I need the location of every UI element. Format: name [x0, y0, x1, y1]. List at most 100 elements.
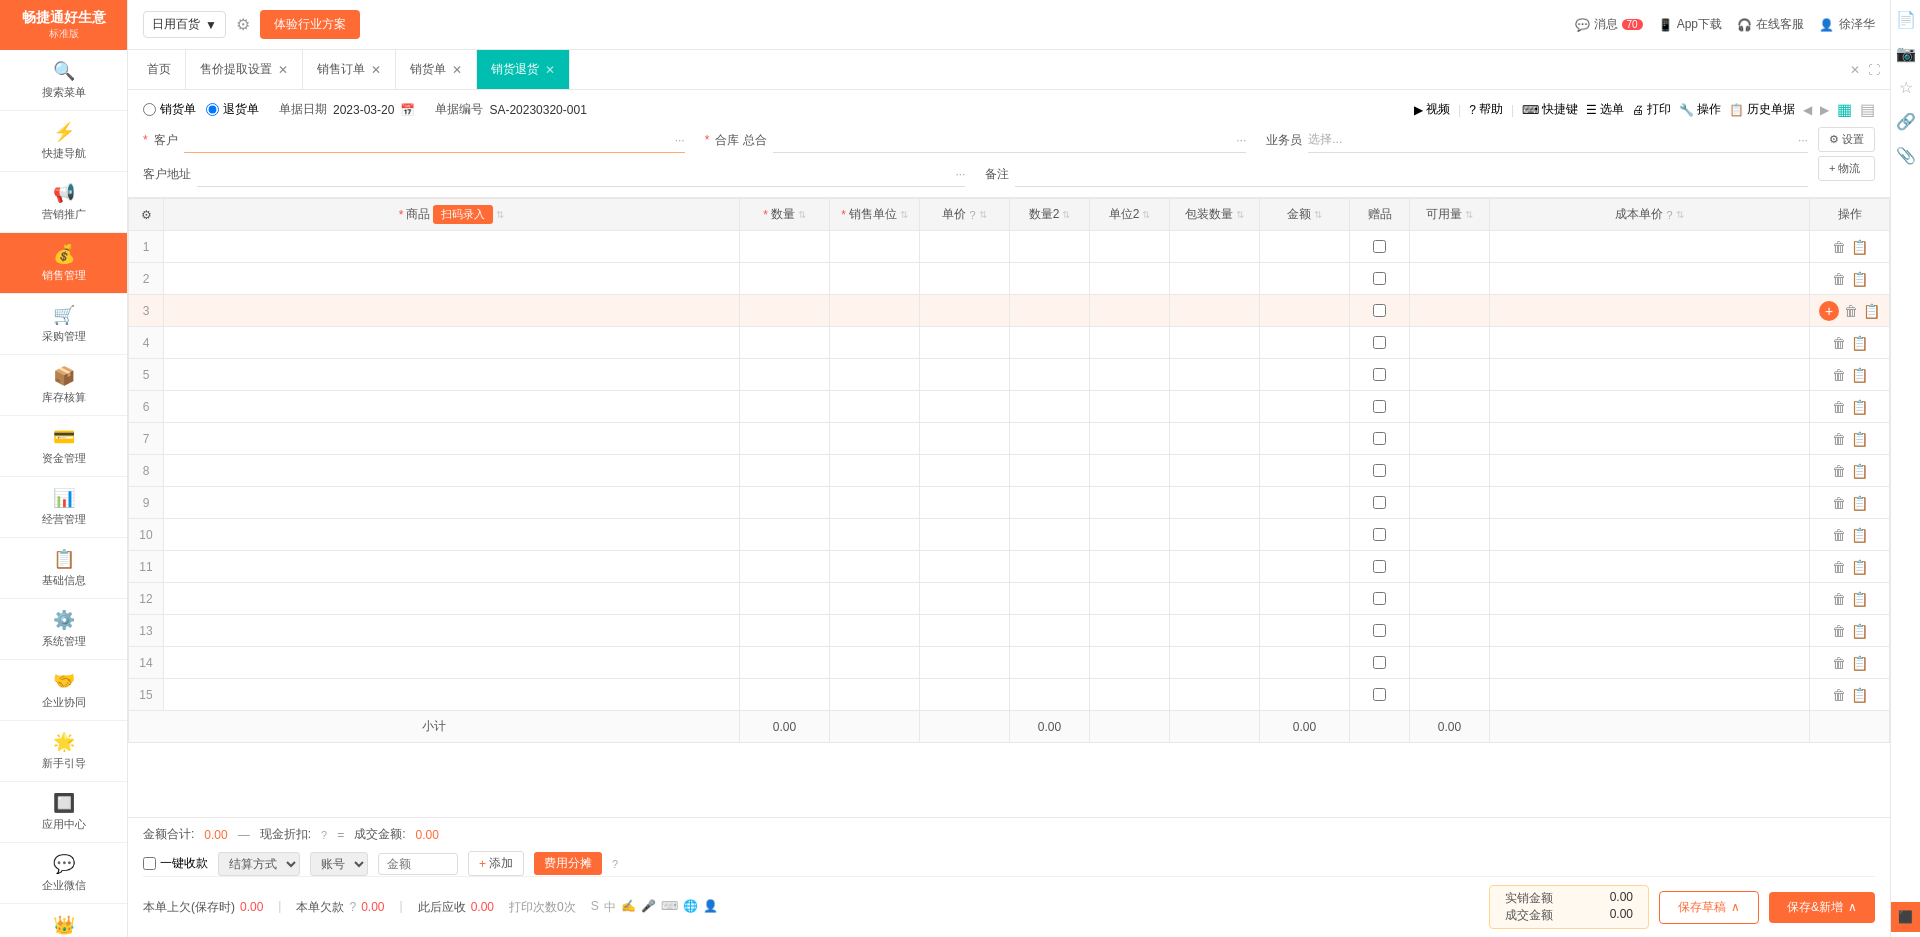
shipment-radio[interactable]: 销货单	[143, 101, 196, 118]
quantity2-cell[interactable]	[1010, 551, 1090, 583]
unit-price-cell[interactable]	[920, 551, 1010, 583]
sales-unit-cell[interactable]	[830, 455, 920, 487]
unit2-cell[interactable]	[1090, 679, 1170, 711]
quantity-cell[interactable]	[740, 679, 830, 711]
gift-cell[interactable]	[1350, 327, 1410, 359]
help-btn[interactable]: ? 帮助	[1469, 101, 1503, 118]
sidebar-item-guide[interactable]: 🌟 新手引导	[0, 721, 127, 782]
sidebar-item-wechat[interactable]: 💬 企业微信	[0, 843, 127, 904]
cost-price-cell[interactable]	[1490, 455, 1810, 487]
delete-row-icon[interactable]: 🗑	[1844, 303, 1858, 319]
unit-price-cell[interactable]	[920, 455, 1010, 487]
available-cell[interactable]	[1410, 583, 1490, 615]
gift-cell[interactable]	[1350, 455, 1410, 487]
unit-price-cell[interactable]	[920, 615, 1010, 647]
delete-row-icon[interactable]: 🗑	[1832, 591, 1846, 607]
cost-price-cell[interactable]	[1490, 679, 1810, 711]
amount-cell[interactable]	[1260, 519, 1350, 551]
gift-checkbox[interactable]	[1373, 400, 1386, 413]
tab-home[interactable]: 首页	[133, 50, 186, 89]
list-view-icon[interactable]: ▤	[1860, 100, 1875, 119]
account-select[interactable]: 账号	[310, 852, 368, 876]
add-row-button[interactable]: +	[1819, 301, 1839, 321]
pack-qty-cell[interactable]	[1170, 455, 1260, 487]
available-cell[interactable]	[1410, 551, 1490, 583]
next-icon[interactable]: ▶	[1820, 103, 1829, 117]
quantity2-cell[interactable]	[1010, 455, 1090, 487]
tab-sales-order[interactable]: 销售订单 ✕	[303, 50, 396, 89]
amount-cell[interactable]	[1260, 455, 1350, 487]
gift-cell[interactable]	[1350, 391, 1410, 423]
gift-checkbox[interactable]	[1373, 432, 1386, 445]
print-btn[interactable]: 🖨 打印	[1632, 101, 1671, 118]
tab-price-setting[interactable]: 售价提取设置 ✕	[186, 50, 303, 89]
unit-price-cell[interactable]	[920, 679, 1010, 711]
quantity-cell[interactable]	[740, 295, 830, 327]
amount-cell[interactable]	[1260, 583, 1350, 615]
panel-doc-icon[interactable]: 📄	[1891, 5, 1921, 34]
product-cell[interactable]	[164, 647, 740, 679]
tab-fullscreen-icon[interactable]: ⛶	[1868, 63, 1880, 77]
cost-price-cell[interactable]	[1490, 647, 1810, 679]
delete-row-icon[interactable]: 🗑	[1832, 655, 1846, 671]
unit2-cell[interactable]	[1090, 263, 1170, 295]
gift-cell[interactable]	[1350, 615, 1410, 647]
prev-icon[interactable]: ◀	[1803, 103, 1812, 117]
sidebar-item-sales[interactable]: 💰 销售管理	[0, 233, 127, 294]
sidebar-item-apps[interactable]: 🔲 应用中心	[0, 782, 127, 843]
unit2-cell[interactable]	[1090, 551, 1170, 583]
available-cell[interactable]	[1410, 295, 1490, 327]
customer-input[interactable]: ···	[184, 127, 685, 153]
sidebar-item-search[interactable]: 🔍 搜索菜单	[0, 50, 127, 111]
pack-qty-cell[interactable]	[1170, 423, 1260, 455]
product-cell[interactable]	[164, 231, 740, 263]
delete-row-icon[interactable]: 🗑	[1832, 495, 1846, 511]
gift-cell[interactable]	[1350, 679, 1410, 711]
quantity-cell[interactable]	[740, 487, 830, 519]
quantity2-cell[interactable]	[1010, 487, 1090, 519]
copy-row-icon[interactable]: 📋	[1851, 463, 1868, 479]
available-cell[interactable]	[1410, 647, 1490, 679]
pack-qty-cell[interactable]	[1170, 615, 1260, 647]
copy-row-icon[interactable]: 📋	[1851, 431, 1868, 447]
pack-qty-cell[interactable]	[1170, 647, 1260, 679]
delete-row-icon[interactable]: 🗑	[1832, 431, 1846, 447]
sales-unit-cell[interactable]	[830, 679, 920, 711]
shortcut-btn[interactable]: ⌨ 快捷键	[1522, 101, 1578, 118]
available-cell[interactable]	[1410, 487, 1490, 519]
copy-row-icon[interactable]: 📋	[1851, 335, 1868, 351]
select-btn[interactable]: ☰ 选单	[1586, 101, 1624, 118]
unit-price-cell[interactable]	[920, 487, 1010, 519]
unit2-cell[interactable]	[1090, 231, 1170, 263]
unit-price-cell[interactable]	[920, 359, 1010, 391]
pack-qty-cell[interactable]	[1170, 263, 1260, 295]
quantity2-cell[interactable]	[1010, 263, 1090, 295]
gift-cell[interactable]	[1350, 647, 1410, 679]
cost-price-cell[interactable]	[1490, 423, 1810, 455]
unit-price-cell[interactable]	[920, 295, 1010, 327]
delete-row-icon[interactable]: 🗑	[1832, 623, 1846, 639]
available-cell[interactable]	[1410, 327, 1490, 359]
sidebar-item-system[interactable]: ⚙️ 系统管理	[0, 599, 127, 660]
amount-input[interactable]	[378, 853, 458, 875]
amount-cell[interactable]	[1260, 263, 1350, 295]
sales-unit-cell[interactable]	[830, 551, 920, 583]
tab-close-icon[interactable]: ✕	[278, 63, 288, 77]
sidebar-item-finance[interactable]: 💳 资金管理	[0, 416, 127, 477]
panel-active-icon[interactable]: ⬛	[1891, 902, 1920, 932]
amount-cell[interactable]	[1260, 231, 1350, 263]
payment-method-select[interactable]: 结算方式	[218, 852, 300, 876]
quantity-cell[interactable]	[740, 391, 830, 423]
sales-unit-cell[interactable]	[830, 583, 920, 615]
gift-cell[interactable]	[1350, 487, 1410, 519]
gift-cell[interactable]	[1350, 231, 1410, 263]
pack-qty-cell[interactable]	[1170, 519, 1260, 551]
topbar-gear-icon[interactable]: ⚙	[236, 15, 250, 34]
available-cell[interactable]	[1410, 679, 1490, 711]
gift-checkbox[interactable]	[1373, 624, 1386, 637]
amount-cell[interactable]	[1260, 679, 1350, 711]
cost-price-cell[interactable]	[1490, 487, 1810, 519]
copy-row-icon[interactable]: 📋	[1851, 271, 1868, 287]
unit2-cell[interactable]	[1090, 583, 1170, 615]
tab-close-all-icon[interactable]: ✕	[1850, 63, 1860, 77]
